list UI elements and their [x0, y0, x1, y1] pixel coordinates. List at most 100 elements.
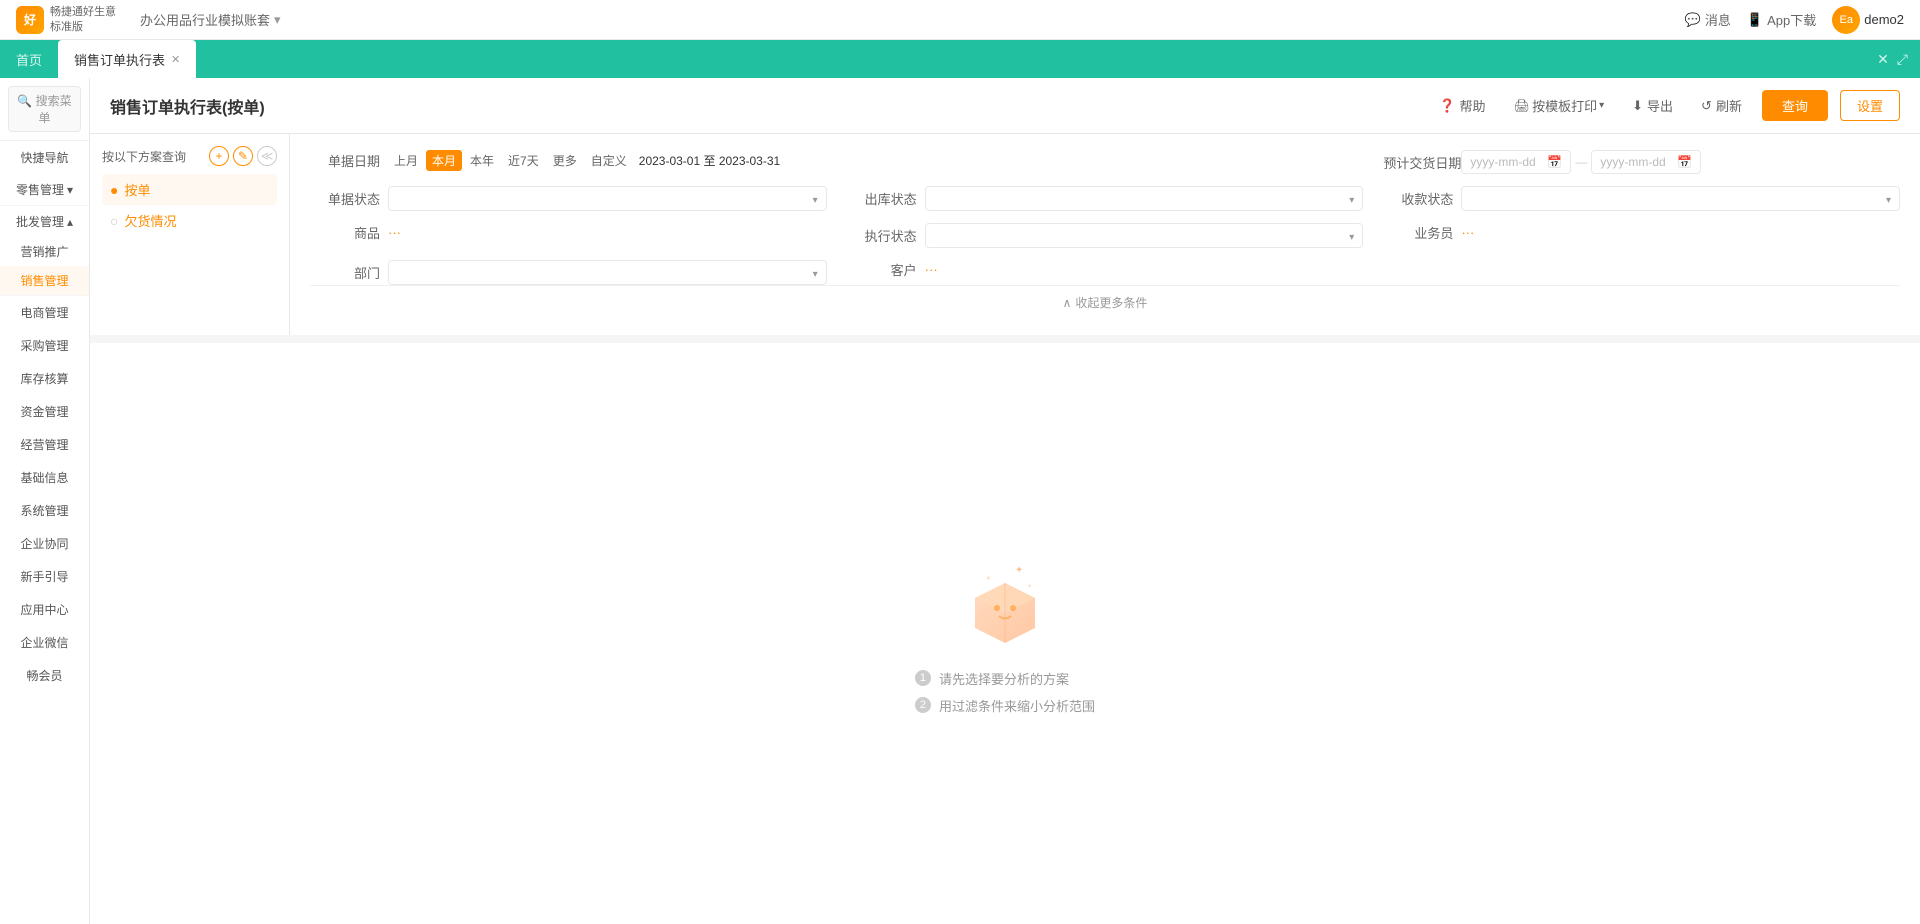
- sidebar-item-wholesale[interactable]: 批发管理 ▴: [0, 206, 89, 237]
- calendar-icon: 📅: [1547, 155, 1562, 169]
- tab-home[interactable]: 首页: [0, 40, 58, 78]
- sidebar-item-finance[interactable]: 资金管理: [0, 395, 89, 428]
- collapse-icon: ∧: [1063, 296, 1072, 310]
- print-button[interactable]: 🖨 按模板打印 ▾: [1506, 92, 1613, 119]
- payment-status-select[interactable]: [1461, 186, 1900, 211]
- expected-date-start-input[interactable]: yyyy-mm-dd 📅: [1461, 150, 1571, 174]
- logo-area: 好 畅捷通好生意 标准版: [16, 5, 116, 34]
- breadcrumb-chevron[interactable]: ▾: [274, 12, 281, 28]
- breadcrumb: 办公用品行业模拟账套 ▾: [140, 10, 281, 29]
- sidebar-item-marketing[interactable]: 营销推广: [0, 237, 89, 266]
- filter-stock-status-area: 出库状态: [847, 186, 1364, 211]
- message-button[interactable]: 💬 消息: [1685, 10, 1731, 29]
- scheme-item-shortage[interactable]: ○ 欠货情况: [102, 205, 277, 236]
- filter-date-row: 单据日期 上月 本月 本年 近7天 更多 自定义 20: [310, 150, 1363, 171]
- filter-payment-status-control: [1461, 186, 1900, 211]
- page-actions: ❓ 帮助 🖨 按模板打印 ▾ ⬇ 导出 ↺ 刷新: [1431, 90, 1900, 121]
- help-button[interactable]: ❓ 帮助: [1431, 92, 1493, 119]
- sidebar-group-wholesale: 批发管理 ▴ 营销推广 销售管理: [0, 206, 89, 296]
- filter-expected-date-row: 预计交货日期 yyyy-mm-dd 📅 — yyyy-mm-dd 📅: [1383, 150, 1900, 174]
- filter-collapse-button[interactable]: ∧ 收起更多条件: [310, 285, 1900, 319]
- tab-close-icon[interactable]: ✕: [171, 53, 180, 66]
- filter-scheme-panel: 按以下方案查询 + ✎ ≪ ● 按单 ○ 欠货情况: [90, 134, 290, 335]
- department-select[interactable]: [388, 260, 827, 285]
- sidebar-item-sales[interactable]: 销售管理: [0, 266, 89, 295]
- date-tab-more[interactable]: 更多: [547, 150, 583, 171]
- date-tab-last-month[interactable]: 上月: [388, 150, 424, 171]
- date-tab-custom[interactable]: 自定义: [585, 150, 633, 171]
- exec-status-chevron-icon: [1349, 228, 1354, 243]
- sidebar-item-newbie[interactable]: 新手引导: [0, 560, 89, 593]
- sidebar-item-retail[interactable]: 零售管理 ▾: [0, 174, 89, 205]
- scheme-item-by-order[interactable]: ● 按单: [102, 174, 277, 205]
- add-scheme-button[interactable]: +: [209, 146, 229, 166]
- tab-expand-icon[interactable]: ⤢: [1897, 51, 1908, 68]
- page-title: 销售订单执行表(按单): [110, 94, 265, 118]
- top-header: 好 畅捷通好生意 标准版 办公用品行业模拟账套 ▾ 💬 消息 📱 App下载 E…: [0, 0, 1920, 40]
- retail-chevron-icon: ▾: [67, 183, 73, 197]
- stock-status-chevron-icon: [1349, 191, 1354, 206]
- refresh-button[interactable]: ↺ 刷新: [1693, 92, 1750, 119]
- salesman-more-button[interactable]: ···: [1461, 225, 1474, 240]
- stock-status-select[interactable]: [925, 186, 1364, 211]
- sidebar-item-app-center[interactable]: 应用中心: [0, 593, 89, 626]
- page-title-row: 销售订单执行表(按单) ❓ 帮助 🖨 按模板打印 ▾ ⬇ 导出: [110, 90, 1900, 121]
- sidebar-item-ecommerce[interactable]: 电商管理: [0, 296, 89, 329]
- sidebar-item-wechat[interactable]: 企业微信: [0, 626, 89, 659]
- exec-status-select[interactable]: [925, 223, 1364, 248]
- filter-date-control: 上月 本月 本年 近7天 更多 自定义 2023-03-01 至 2023-03…: [388, 150, 1363, 171]
- filter-date-area: 单据日期 上月 本月 本年 近7天 更多 自定义 20: [310, 150, 1363, 174]
- product-more-button[interactable]: ···: [388, 225, 401, 240]
- search-menu-button[interactable]: 🔍 搜索菜单: [8, 86, 81, 132]
- scheme-inactive-icon: ○: [110, 213, 118, 229]
- empty-state: ✦ ✦ ✦ 1 请先选择要分析的方案 2 用过滤条件来缩小分析范围: [915, 553, 1095, 715]
- date-tab-this-year[interactable]: 本年: [464, 150, 500, 171]
- sidebar-item-system[interactable]: 系统管理: [0, 494, 89, 527]
- filter-department-row: 部门: [310, 260, 827, 285]
- calendar2-icon: 📅: [1677, 155, 1692, 169]
- sidebar-item-member[interactable]: 畅会员: [0, 659, 89, 692]
- filter-stock-status-row: 出库状态: [847, 186, 1364, 211]
- sidebar-item-basic-info[interactable]: 基础信息: [0, 461, 89, 494]
- date-tab-7days[interactable]: 近7天: [502, 150, 545, 171]
- date-tab-this-month[interactable]: 本月: [426, 150, 462, 171]
- edit-scheme-button[interactable]: ✎: [233, 146, 253, 166]
- filter-exec-status-control: [925, 223, 1364, 248]
- tip-num-1: 1: [915, 670, 931, 686]
- user-area[interactable]: Ea demo2: [1832, 6, 1904, 34]
- refresh-icon: ↺: [1701, 98, 1712, 114]
- filter-product-row: 商品 ···: [310, 223, 827, 242]
- sidebar-item-operations[interactable]: 经营管理: [0, 428, 89, 461]
- data-area: ✦ ✦ ✦ 1 请先选择要分析的方案 2 用过滤条件来缩小分析范围: [90, 343, 1920, 924]
- filter-bill-status-row: 单据状态: [310, 186, 827, 211]
- filter-department-area: 部门: [310, 260, 827, 285]
- sidebar-search-area: 🔍 搜索菜单: [0, 78, 89, 141]
- filter-product-area: 商品 ···: [310, 223, 827, 248]
- query-button[interactable]: 查询: [1762, 90, 1828, 121]
- payment-status-chevron-icon: [1886, 191, 1891, 206]
- tab-close-all-icon[interactable]: ✕: [1877, 51, 1889, 68]
- app-download-button[interactable]: 📱 App下载: [1747, 10, 1816, 29]
- settings-button[interactable]: 设置: [1840, 90, 1900, 121]
- sidebar-quick-nav[interactable]: 快捷导航: [0, 141, 89, 174]
- empty-tip-1: 1 请先选择要分析的方案: [915, 669, 1095, 688]
- header-left: 好 畅捷通好生意 标准版 办公用品行业模拟账套 ▾: [16, 5, 281, 34]
- export-button[interactable]: ⬇ 导出: [1624, 92, 1681, 119]
- svg-text:✦: ✦: [1015, 565, 1023, 576]
- sidebar-item-inventory[interactable]: 库存核算: [0, 362, 89, 395]
- filter-controls: 单据日期 上月 本月 本年 近7天 更多 自定义 20: [290, 134, 1920, 335]
- filter-payment-status-area: 收款状态: [1383, 186, 1900, 211]
- sidebar-item-purchase[interactable]: 采购管理: [0, 329, 89, 362]
- expected-date-end-input[interactable]: yyyy-mm-dd 📅: [1591, 150, 1701, 174]
- tab-bar: 首页 销售订单执行表 ✕ ✕ ⤢: [0, 40, 1920, 78]
- sidebar-item-enterprise[interactable]: 企业协同: [0, 527, 89, 560]
- collapse-scheme-button[interactable]: ≪: [257, 146, 277, 166]
- tab-sales-order[interactable]: 销售订单执行表 ✕: [58, 40, 196, 78]
- filter-customer-area: 客户 ···: [847, 260, 1364, 285]
- tip-num-2: 2: [915, 697, 931, 713]
- customer-more-button[interactable]: ···: [925, 262, 938, 277]
- filter-expected-date-area: 预计交货日期 yyyy-mm-dd 📅 — yyyy-mm-dd 📅: [1383, 150, 1900, 174]
- print-chevron-icon: ▾: [1599, 100, 1604, 111]
- bill-status-select[interactable]: [388, 186, 827, 211]
- filter-exec-status-row: 执行状态: [847, 223, 1364, 248]
